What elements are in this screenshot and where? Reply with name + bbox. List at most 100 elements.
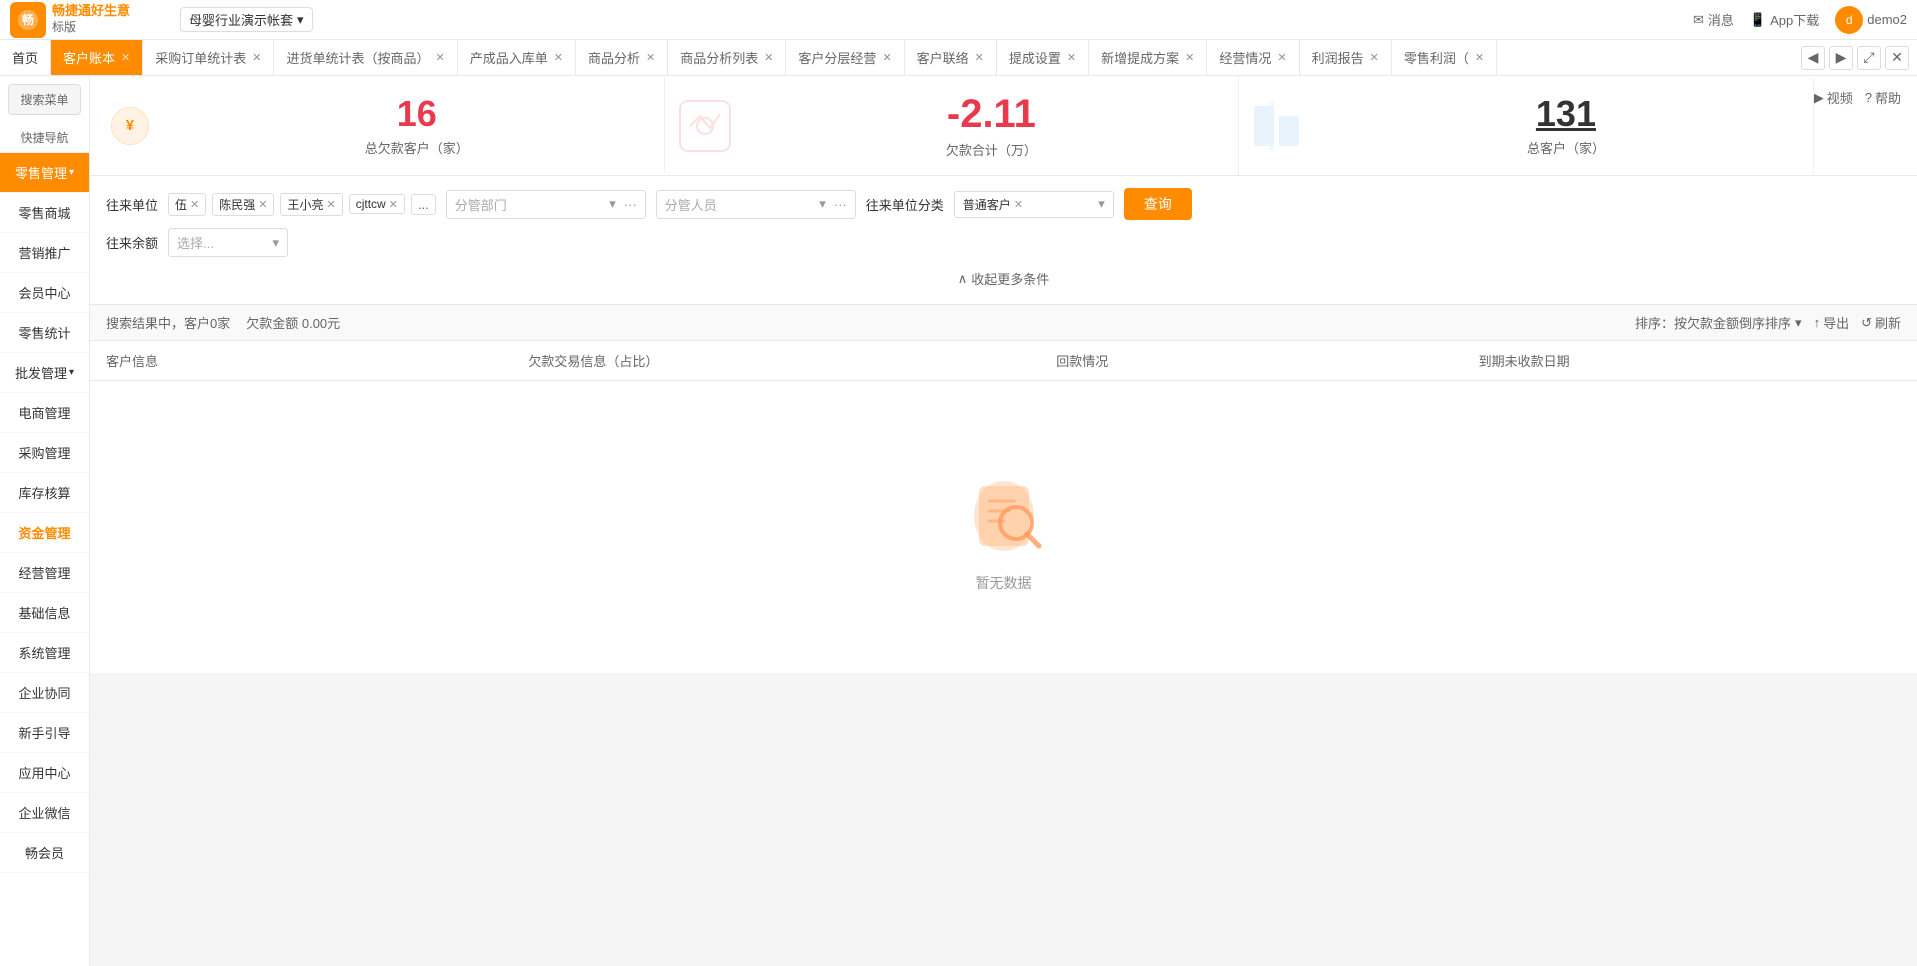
tab-close-segment[interactable]: ✕ [882,51,891,64]
tab-close-operation[interactable]: ✕ [1277,51,1286,64]
tab-close-production[interactable]: ✕ [554,51,563,64]
sidebar-item-new-guide[interactable]: 新手引导 [0,713,89,753]
sidebar-item-operations[interactable]: 经营管理 [0,553,89,593]
tab-close-new-promote[interactable]: ✕ [1185,51,1194,64]
help-link[interactable]: ? 帮助 [1865,88,1901,107]
sidebar-quick-nav[interactable]: 快捷导航 [0,123,89,153]
tab-close-purchase[interactable]: ✕ [252,51,261,64]
refresh-button[interactable]: ↺ 刷新 [1861,313,1901,332]
balance-select[interactable]: 选择... ▾ [168,228,288,257]
tab-expand-button[interactable]: ⤢ [1857,46,1881,70]
query-button[interactable]: 查询 [1124,188,1192,220]
unit-tag-cjttcw: cjttcw ✕ [349,194,405,214]
video-link[interactable]: ▶ 视频 [1814,88,1853,107]
unit-more-button[interactable]: ... [411,194,436,215]
unit-category-select[interactable]: 普通客户 ✕ ▾ [954,191,1114,218]
tab-production[interactable]: 产成品入库单 ✕ [458,40,576,76]
tab-accounts[interactable]: 客户账本 ✕ [51,40,143,76]
logo-icon: 畅 [10,2,46,38]
tag-close-chen[interactable]: ✕ [258,198,267,211]
filter-area: 往来单位 伍 ✕ 陈民强 ✕ 王小亮 ✕ cjttcw [90,176,1917,305]
unit-filter-label: 往来单位 [106,195,158,214]
tab-promote-settings[interactable]: 提成设置 ✕ [997,40,1089,76]
tab-product-analysis[interactable]: 商品分析 ✕ [576,40,668,76]
chevron-down-icon: ▾ [819,196,826,212]
tab-profit-report[interactable]: 利润报告 ✕ [1300,40,1392,76]
tab-inbound-stats[interactable]: 进货单统计表（按商品） ✕ [274,40,457,76]
logo-area: 畅 畅捷通好生意 标版 [10,2,170,38]
sidebar-item-purchase[interactable]: 采购管理 [0,433,89,473]
dept-select[interactable]: 分管部门 ▾ ··· [446,190,646,219]
tab-close-product-analysis[interactable]: ✕ [646,51,655,64]
tab-close-accounts[interactable]: ✕ [121,51,130,64]
sidebar-item-retail-mall[interactable]: 零售商城 [0,193,89,233]
tab-actions: ◀ ▶ ⤢ ✕ [1801,46,1917,70]
tab-close-contact[interactable]: ✕ [975,51,984,64]
tag-close-cjttcw[interactable]: ✕ [389,198,398,211]
sidebar-item-wholesale[interactable]: 批发管理 ▾ [0,353,89,393]
tab-purchase-orders[interactable]: 采购订单统计表 ✕ [143,40,274,76]
tag-close-wu[interactable]: ✕ [190,198,199,211]
stat-total-debtors: 16 总欠款客户（家） [170,78,665,173]
tab-retail-profit[interactable]: 零售利润（ ✕ [1392,40,1497,76]
sort-select[interactable]: 排序：按欠款金额倒序排序 ▾ [1635,313,1802,332]
sidebar-item-members[interactable]: 会员中心 [0,273,89,313]
tab-close-profit[interactable]: ✕ [1370,51,1379,64]
sidebar-item-basic-info[interactable]: 基础信息 [0,593,89,633]
results-actions: 排序：按欠款金额倒序排序 ▾ ↑ 导出 ↺ 刷新 [1635,313,1901,332]
search-menu-button[interactable]: 搜索菜单 [8,84,81,115]
message-button[interactable]: ✉ 消息 [1693,10,1734,29]
export-button[interactable]: ↑ 导出 [1814,313,1850,332]
tag-close-category[interactable]: ✕ [1014,198,1023,211]
collapse-button[interactable]: ∧ 收起更多条件 [106,265,1901,292]
tab-next-button[interactable]: ▶ [1829,46,1853,70]
tab-close-inbound[interactable]: ✕ [436,51,445,64]
sidebar-item-marketing[interactable]: 营销推广 [0,233,89,273]
tab-close-product-list[interactable]: ✕ [764,51,773,64]
sidebar-item-retail-stats[interactable]: 零售统计 [0,313,89,353]
tag-close-wang[interactable]: ✕ [327,198,336,211]
sidebar-item-system[interactable]: 系统管理 [0,633,89,673]
main-layout: 搜索菜单 快捷导航 零售管理 ▾ 零售商城 营销推广 会员中心 零售统计 批发管… [0,76,1917,966]
sidebar-item-enterprise[interactable]: 企业协同 [0,673,89,713]
play-icon: ▶ [1814,90,1824,106]
person-clear-icon[interactable]: ··· [834,197,847,212]
tab-close-promote[interactable]: ✕ [1067,51,1076,64]
chevron-down-icon: ▾ [297,12,304,28]
sidebar-item-retail[interactable]: 零售管理 ▾ [0,153,89,193]
sidebar-item-wechat[interactable]: 企业微信 [0,793,89,833]
sidebar-item-vip[interactable]: 畅会员 [0,833,89,873]
tab-new-promote[interactable]: 新增提成方案 ✕ [1089,40,1207,76]
tab-prev-button[interactable]: ◀ [1801,46,1825,70]
tab-operation[interactable]: 经营情况 ✕ [1207,40,1299,76]
tab-customer-contact[interactable]: 客户联络 ✕ [905,40,997,76]
unit-tag-chen: 陈民强 ✕ [212,193,274,216]
stat-customers-value: 131 [1536,94,1596,134]
download-icon: 📱 [1750,12,1766,28]
sidebar-item-app-center[interactable]: 应用中心 [0,753,89,793]
app-download-button[interactable]: 📱 App下载 [1750,10,1819,29]
tab-customer-segment[interactable]: 客户分层经营 ✕ [786,40,904,76]
nav-tabs: 首页 客户账本 ✕ 采购订单统计表 ✕ 进货单统计表（按商品） ✕ 产成品入库单… [0,40,1917,76]
dept-clear-icon[interactable]: ··· [624,197,637,212]
message-icon: ✉ [1693,12,1704,28]
workspace-selector[interactable]: 母婴行业演示帐套 ▾ [180,7,313,32]
sidebar-item-finance[interactable]: 资金管理 [0,513,89,553]
stat-debt-amount: -2.11 欠款合计（万） [745,76,1240,175]
sidebar-item-ecommerce[interactable]: 电商管理 [0,393,89,433]
stats-right-icon [1249,96,1309,156]
chevron-down-icon: ▾ [609,196,616,212]
unit-category-label: 往来单位分类 [866,195,944,214]
tab-home[interactable]: 首页 [0,40,51,76]
tab-product-analysis-list[interactable]: 商品分析列表 ✕ [668,40,786,76]
stat-debt-value: -2.11 [947,92,1036,136]
tab-close-all-button[interactable]: ✕ [1885,46,1909,70]
person-select[interactable]: 分管人员 ▾ ··· [656,190,856,219]
tab-close-retail[interactable]: ✕ [1475,51,1484,64]
stat-debt-label: 欠款合计（万） [946,140,1037,159]
sidebar-item-inventory[interactable]: 库存核算 [0,473,89,513]
data-table: 客户信息 欠款交易信息（占比） 回款情况 到期未收款日期 [90,341,1917,673]
stats-middle-icon [675,96,735,156]
col-header-date: 到期未收款日期 [1479,351,1901,370]
user-avatar[interactable]: d demo2 [1835,6,1907,34]
